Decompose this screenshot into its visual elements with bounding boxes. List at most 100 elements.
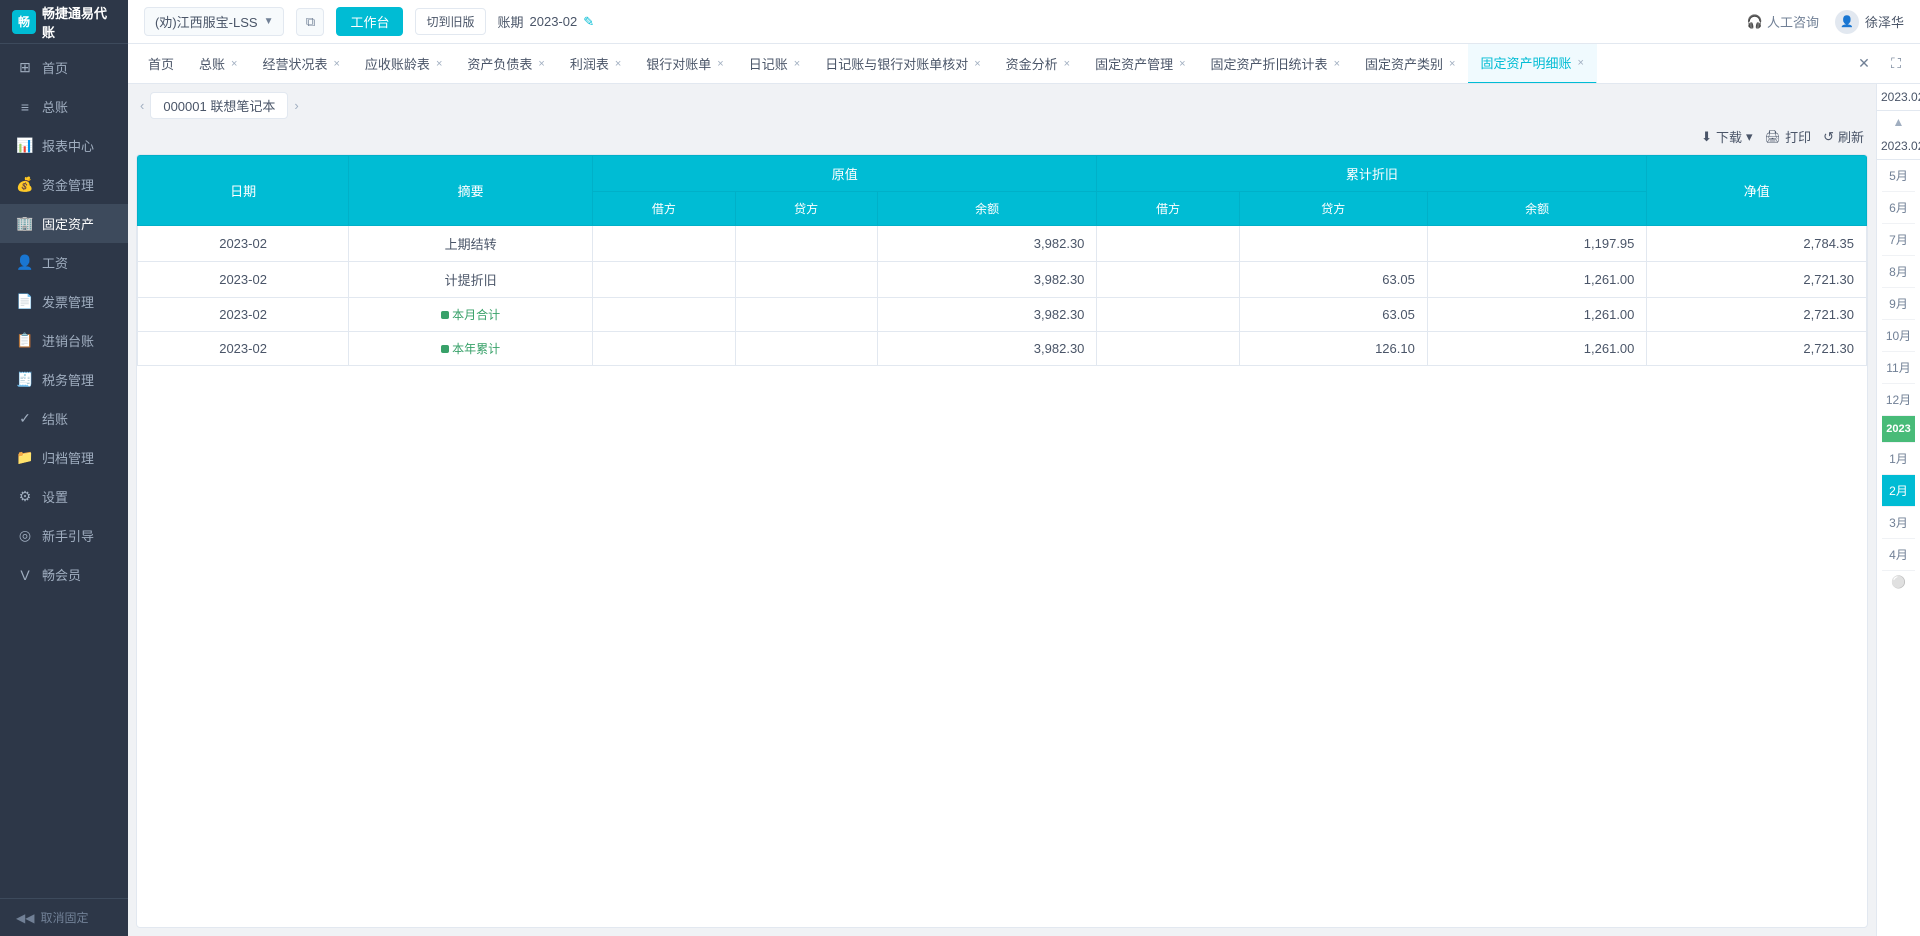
- tab-bank-statement[interactable]: 银行对账单×: [634, 44, 736, 84]
- sidebar-item-settings[interactable]: ⚙ 设置: [0, 477, 128, 516]
- tab-journal[interactable]: 日记账×: [737, 44, 813, 84]
- sidebar-unpin[interactable]: ◀◀ 取消固定: [0, 898, 128, 936]
- support-label: 人工咨询: [1767, 12, 1819, 31]
- cell-description-tag: 本月合计: [349, 298, 593, 332]
- description-tag: 本年累计: [441, 340, 500, 357]
- sidebar-item-report-center[interactable]: 📊 报表中心: [0, 126, 128, 165]
- month-item-2023-3月[interactable]: 3月: [1882, 507, 1915, 539]
- month-item-2022-6月[interactable]: 6月: [1882, 192, 1915, 224]
- workbench-button[interactable]: 工作台: [336, 7, 403, 36]
- sidebar-item-invoice-mgmt[interactable]: 📄 发票管理: [0, 282, 128, 321]
- sidebar-label-member: 畅会员: [42, 565, 81, 584]
- month-item-2023-4月[interactable]: 4月: [1882, 539, 1915, 571]
- sidebar-item-fixed-asset[interactable]: 🏢 固定资产: [0, 204, 128, 243]
- scroll-down-button[interactable]: ⚪: [1882, 571, 1915, 593]
- tab-label-home: 首页: [148, 54, 174, 73]
- month-item-2023-1月[interactable]: 1月: [1882, 443, 1915, 475]
- tab-general-ledger[interactable]: 总账×: [187, 44, 250, 84]
- month-item-2022-12月[interactable]: 12月: [1882, 384, 1915, 416]
- month-item-2022-11月[interactable]: 11月: [1882, 352, 1915, 384]
- tab-asset-liability[interactable]: 资产负债表×: [455, 44, 557, 84]
- sidebar-icon-tax-mgmt: 🧾: [16, 371, 34, 388]
- cell-date: 2023-02: [138, 226, 349, 262]
- col-original-value: 原值: [593, 156, 1097, 192]
- sidebar-item-payroll[interactable]: 👤 工资: [0, 243, 128, 282]
- tab-profit[interactable]: 利润表×: [558, 44, 634, 84]
- tab-fixed-asset-mgmt[interactable]: 固定资产管理×: [1083, 44, 1198, 84]
- print-icon: 🖨: [1765, 129, 1782, 145]
- sidebar-item-settlement[interactable]: ✓ 结账: [0, 399, 128, 438]
- sidebar-item-beginner-guide[interactable]: ◎ 新手引导: [0, 516, 128, 555]
- cell-accum-credit: 126.10: [1239, 332, 1427, 366]
- tab-close-asset-liability[interactable]: ×: [538, 58, 544, 70]
- tab-receivable[interactable]: 应收账龄表×: [353, 44, 455, 84]
- tab-close-fixed-asset-detail[interactable]: ×: [1577, 57, 1583, 69]
- tab-close-journal[interactable]: ×: [794, 58, 800, 70]
- cell-description: 上期结转: [349, 226, 593, 262]
- month-item-2022-9月[interactable]: 9月: [1882, 288, 1915, 320]
- sidebar-icon-settlement: ✓: [16, 410, 34, 427]
- month-item-2023-2月[interactable]: 2月: [1882, 475, 1915, 507]
- cell-description: 计提折旧: [349, 262, 593, 298]
- cell-accum-debit: [1097, 332, 1239, 366]
- download-arrow: ▾: [1746, 129, 1753, 145]
- switch-version-button[interactable]: 切到旧版: [415, 8, 485, 35]
- tab-close-capital-analysis[interactable]: ×: [1064, 58, 1070, 70]
- month-item-2022-10月[interactable]: 10月: [1882, 320, 1915, 352]
- cell-orig-balance: 3,982.30: [877, 226, 1097, 262]
- tab-close-fixed-asset-depreciation[interactable]: ×: [1334, 58, 1340, 70]
- copy-button[interactable]: ⧉: [296, 8, 324, 36]
- tab-home[interactable]: 首页: [136, 44, 187, 84]
- tab-close-business-status[interactable]: ×: [333, 58, 339, 70]
- table-row: 2023-02 本年累计 3,982.30 126.10 1,261.00 2,…: [138, 332, 1867, 366]
- tabs-bar: 首页总账×经营状况表×应收账龄表×资产负债表×利润表×银行对账单×日记账×日记账…: [128, 44, 1920, 84]
- cell-orig-credit: [735, 332, 877, 366]
- company-selector[interactable]: (劝)江西服宝-LSS ▼: [144, 7, 284, 36]
- tab-label-journal-bank-check: 日记账与银行对账单核对: [825, 54, 968, 73]
- period-edit-icon[interactable]: ✎: [583, 14, 594, 30]
- tab-close-general-ledger[interactable]: ×: [231, 58, 237, 70]
- tab-fixed-asset-depreciation[interactable]: 固定资产折旧统计表×: [1199, 44, 1353, 84]
- right-panel-year-top: 2023.02: [1877, 84, 1920, 111]
- asset-prev-button[interactable]: ‹: [140, 98, 144, 113]
- sidebar-item-tax-mgmt[interactable]: 🧾 税务管理: [0, 360, 128, 399]
- asset-next-button[interactable]: ›: [294, 98, 298, 113]
- tab-capital-analysis[interactable]: 资金分析×: [994, 44, 1083, 84]
- refresh-button[interactable]: ↺ 刷新: [1823, 127, 1864, 146]
- tabs-actions: ✕ ⛶: [1852, 52, 1912, 76]
- sidebar-item-general-ledger[interactable]: ≡ 总账: [0, 87, 128, 126]
- print-button[interactable]: 🖨 打印: [1765, 127, 1812, 146]
- user-info[interactable]: 👤 徐泽华: [1835, 10, 1904, 34]
- col-orig-balance: 余额: [877, 192, 1097, 226]
- expand-tabs-button[interactable]: ⛶: [1884, 52, 1908, 76]
- month-item-2022-8月[interactable]: 8月: [1882, 256, 1915, 288]
- download-button[interactable]: ⬇ 下载 ▾: [1701, 127, 1752, 146]
- tab-business-status[interactable]: 经营状况表×: [250, 44, 352, 84]
- tab-close-receivable[interactable]: ×: [436, 58, 442, 70]
- tab-close-fixed-asset-mgmt[interactable]: ×: [1179, 58, 1185, 70]
- period-label: 账期: [498, 12, 524, 31]
- tab-journal-bank-check[interactable]: 日记账与银行对账单核对 ×: [813, 44, 993, 84]
- sidebar-item-member[interactable]: V 畅会员: [0, 555, 128, 594]
- sidebar-item-capital-mgmt[interactable]: 💰 资金管理: [0, 165, 128, 204]
- sidebar-nav: ⊞ 首页 ≡ 总账 📊 报表中心 💰 资金管理 🏢 固定资产 👤 工资 📄 发票…: [0, 44, 128, 898]
- table-row: 2023-02 本月合计 3,982.30 63.05 1,261.00 2,7…: [138, 298, 1867, 332]
- support-icon: 🎧: [1747, 14, 1763, 30]
- scroll-up-button[interactable]: ▲: [1877, 111, 1920, 133]
- tab-close-bank-statement[interactable]: ×: [717, 58, 723, 70]
- cell-accum-debit: [1097, 226, 1239, 262]
- month-item-2022-5月[interactable]: 5月: [1882, 160, 1915, 192]
- sidebar-item-home[interactable]: ⊞ 首页: [0, 48, 128, 87]
- sidebar-item-sales-ledger[interactable]: 📋 进销台账: [0, 321, 128, 360]
- tab-fixed-asset-detail[interactable]: 固定资产明细账×: [1468, 44, 1596, 84]
- tab-close-profit[interactable]: ×: [615, 58, 621, 70]
- tab-close-fixed-asset-type[interactable]: ×: [1449, 58, 1455, 70]
- tab-close-journal-bank-check[interactable]: ×: [974, 58, 980, 70]
- sidebar-item-archive-mgmt[interactable]: 📁 归档管理: [0, 438, 128, 477]
- month-item-2022-7月[interactable]: 7月: [1882, 224, 1915, 256]
- cell-accum-balance: 1,197.95: [1427, 226, 1647, 262]
- support-link[interactable]: 🎧 人工咨询: [1747, 12, 1819, 31]
- close-all-tabs-button[interactable]: ✕: [1852, 52, 1876, 76]
- user-name: 徐泽华: [1865, 12, 1904, 31]
- tab-fixed-asset-type[interactable]: 固定资产类别×: [1353, 44, 1468, 84]
